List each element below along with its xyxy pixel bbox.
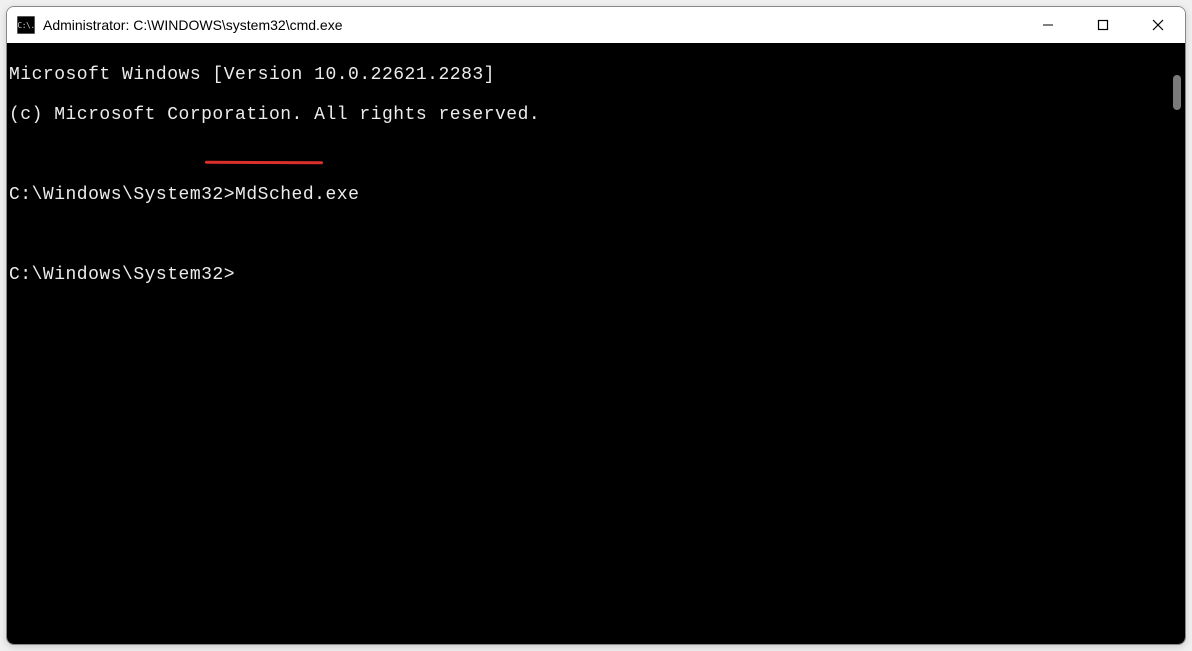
terminal-line-blank2 [9, 225, 1185, 245]
command-text: MdSched.exe [235, 185, 359, 205]
prompt-path-1: C:\Windows\System32> [9, 185, 235, 205]
cmd-icon: C:\. [17, 16, 35, 34]
titlebar[interactable]: C:\. Administrator: C:\WINDOWS\system32\… [7, 7, 1185, 43]
scrollbar-thumb[interactable] [1173, 75, 1181, 110]
close-icon [1152, 19, 1164, 31]
maximize-button[interactable] [1075, 7, 1130, 43]
red-underline-annotation [205, 161, 323, 165]
window-controls [1020, 7, 1185, 43]
minimize-icon [1042, 19, 1054, 31]
close-button[interactable] [1130, 7, 1185, 43]
terminal-line-version: Microsoft Windows [Version 10.0.22621.22… [9, 65, 1185, 85]
terminal-line-command1: C:\Windows\System32>MdSched.exe [9, 185, 1185, 205]
maximize-icon [1097, 19, 1109, 31]
terminal-line-blank1 [9, 145, 1185, 165]
terminal-line-prompt2: C:\Windows\System32> [9, 265, 1185, 285]
cmd-icon-text: C:\. [17, 21, 34, 30]
prompt-path-2: C:\Windows\System32> [9, 265, 235, 285]
terminal-output[interactable]: Microsoft Windows [Version 10.0.22621.22… [7, 43, 1185, 644]
cmd-window: C:\. Administrator: C:\WINDOWS\system32\… [6, 6, 1186, 645]
window-title: Administrator: C:\WINDOWS\system32\cmd.e… [43, 17, 343, 33]
minimize-button[interactable] [1020, 7, 1075, 43]
scrollbar-track[interactable] [1167, 45, 1183, 642]
terminal-line-copyright: (c) Microsoft Corporation. All rights re… [9, 105, 1185, 125]
